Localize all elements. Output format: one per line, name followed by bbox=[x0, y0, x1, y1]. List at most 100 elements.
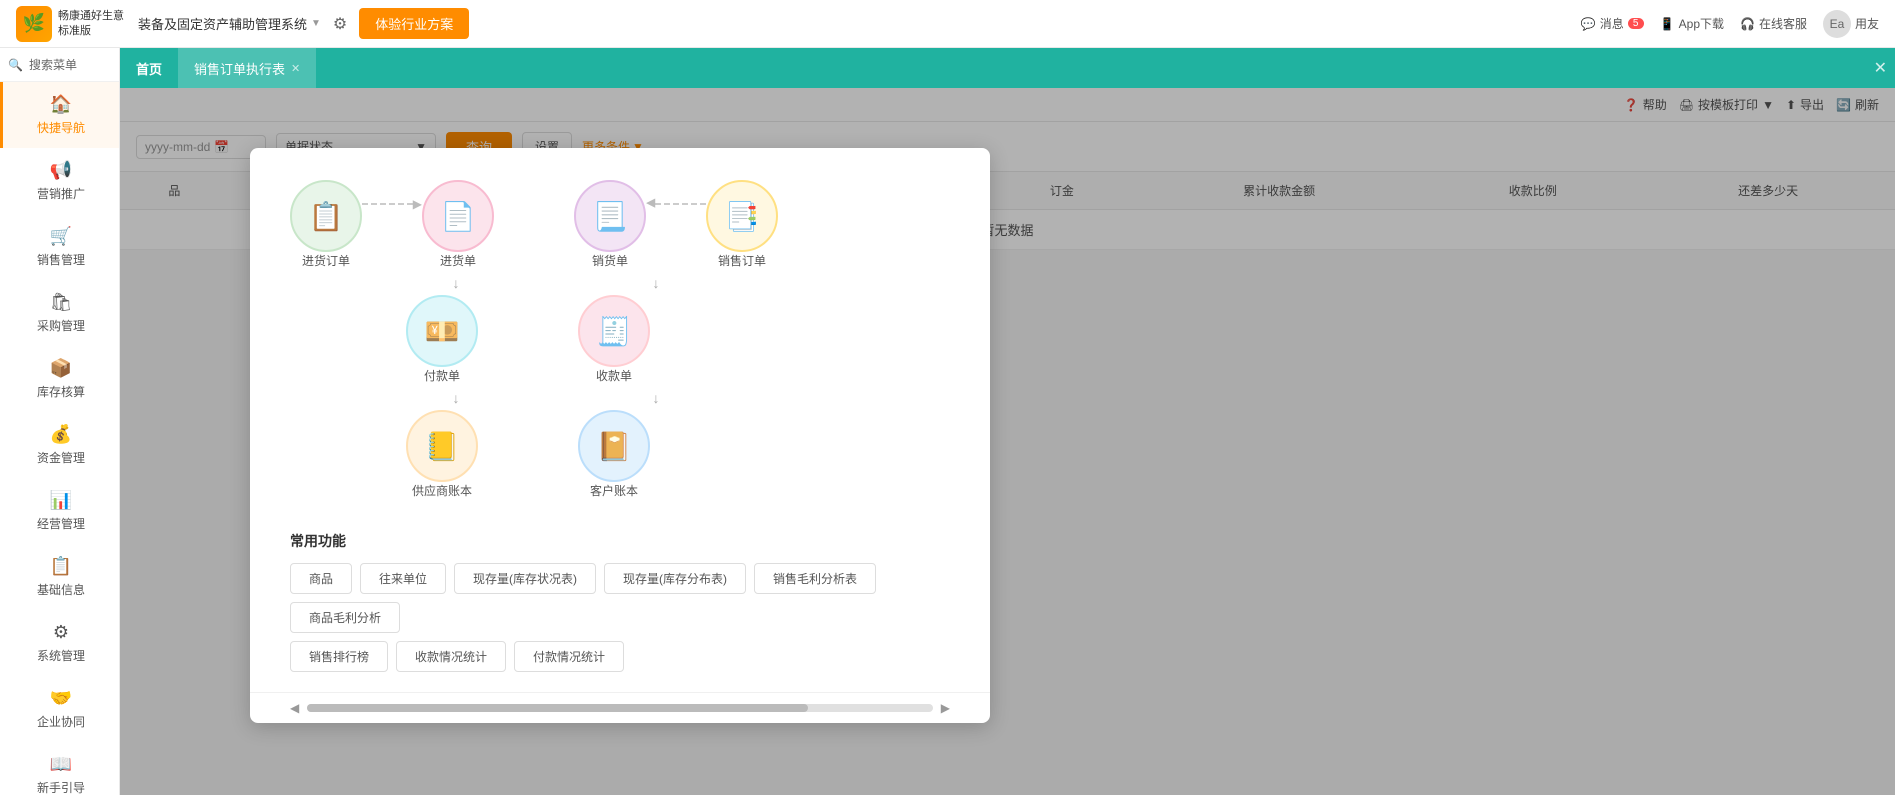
flow-node-purchase-order[interactable]: 📋 进货订单 bbox=[290, 180, 362, 269]
top-bar-right: 💬 消息 5 📱 App下载 🎧 在线客服 Ea 用友 bbox=[1581, 10, 1879, 38]
system-select[interactable]: 装备及固定资产辅助管理系统 ▼ bbox=[138, 14, 321, 33]
modal-body: 📋 进货订单 ▶ bbox=[250, 148, 990, 531]
sales-order-label: 销售订单 bbox=[718, 252, 766, 269]
left-arrow-icon: ▶ bbox=[646, 197, 655, 211]
func-btn-partners[interactable]: 往来单位 bbox=[360, 563, 446, 594]
logo-text: 畅康通好生意 标准版 bbox=[58, 9, 124, 38]
sidebar-item-quick-nav[interactable]: 🏠 快捷导航 bbox=[0, 82, 119, 148]
sidebar-item-operation[interactable]: 📊 经营管理 bbox=[0, 478, 119, 544]
modal-overlay: 📋 进货订单 ▶ bbox=[120, 88, 1895, 795]
supplier-ledger-icon: 📒 bbox=[406, 410, 478, 482]
sidebar-item-purchase[interactable]: 🛍 采购管理 bbox=[0, 280, 119, 346]
down-arrow-payment: ↓ bbox=[453, 390, 460, 406]
down-arrow-purchase: ↓ bbox=[453, 275, 460, 291]
system-icon: ⚙ bbox=[53, 622, 69, 643]
flow-node-purchase-bill[interactable]: 📄 进货单 bbox=[422, 180, 494, 269]
func-btn-receipt-stats[interactable]: 收款情况统计 bbox=[396, 641, 506, 672]
sidebar-item-sales[interactable]: 🛒 销售管理 bbox=[0, 214, 119, 280]
sidebar-item-marketing[interactable]: 📢 营销推广 bbox=[0, 148, 119, 214]
operation-icon: 📊 bbox=[50, 490, 72, 511]
message-icon: 💬 bbox=[1581, 17, 1596, 31]
func-btn-goods[interactable]: 商品 bbox=[290, 563, 352, 594]
online-service-button[interactable]: 🎧 在线客服 bbox=[1740, 15, 1807, 32]
func-btn-payment-stats[interactable]: 付款情况统计 bbox=[514, 641, 624, 672]
sidebar-item-finance[interactable]: 💰 资金管理 bbox=[0, 412, 119, 478]
right-arrow-icon: ▶ bbox=[413, 197, 422, 211]
scroll-area: ◀ ▶ bbox=[250, 692, 990, 723]
flow-node-payment-bill[interactable]: 💴 付款单 bbox=[406, 295, 478, 384]
sidebar: 🔍 搜索菜单 🏠 快捷导航 📢 营销推广 🛒 销售管理 🛍 采购管理 📦 bbox=[0, 48, 120, 795]
purchase-order-label: 进货订单 bbox=[302, 252, 350, 269]
trial-button[interactable]: 体验行业方案 bbox=[359, 8, 469, 39]
app-container: 🌿 畅康通好生意 标准版 装备及固定资产辅助管理系统 ▼ ⚙ 体验行业方案 💬 … bbox=[0, 0, 1895, 795]
system-title: 装备及固定资产辅助管理系统 bbox=[138, 14, 307, 33]
flow-node-receipt-bill[interactable]: 🧾 收款单 bbox=[578, 295, 650, 384]
func-btn-sales-profit[interactable]: 销售毛利分析表 bbox=[754, 563, 876, 594]
sidebar-item-system[interactable]: ⚙ 系统管理 bbox=[0, 610, 119, 676]
purchase-order-icon: 📋 bbox=[290, 180, 362, 252]
page-content: ❓ 帮助 🖨 按模板打印 ▼ ⬆ 导出 🔄 刷新 bbox=[120, 88, 1895, 795]
down-arrow-sales: ↓ bbox=[653, 275, 660, 291]
flow-diagram: 📋 进货订单 ▶ bbox=[290, 180, 950, 499]
gear-icon[interactable]: ⚙ bbox=[333, 14, 347, 34]
window-close-button[interactable]: ✕ bbox=[1874, 58, 1887, 78]
basic-icon: 📋 bbox=[50, 556, 72, 577]
app-download-button[interactable]: 📱 App下载 bbox=[1660, 15, 1724, 32]
logo-area: 🌿 畅康通好生意 标准版 bbox=[16, 6, 126, 42]
search-menu-button[interactable]: 🔍 搜索菜单 bbox=[0, 48, 119, 82]
func-btn-sales-rank[interactable]: 销售排行榜 bbox=[290, 641, 388, 672]
sidebar-item-basic[interactable]: 📋 基础信息 bbox=[0, 544, 119, 610]
tab-bar: 首页 销售订单执行表 ✕ ✕ bbox=[120, 48, 1895, 88]
flow-node-sales-bill[interactable]: 📃 销货单 bbox=[574, 180, 646, 269]
scroll-left-button[interactable]: ◀ bbox=[290, 701, 299, 715]
flow-node-customer-ledger[interactable]: 📔 客户账本 bbox=[578, 410, 650, 499]
flow-modal: 📋 进货订单 ▶ bbox=[250, 148, 990, 723]
user-menu[interactable]: Ea 用友 bbox=[1823, 10, 1879, 38]
main-area: 🔍 搜索菜单 🏠 快捷导航 📢 营销推广 🛒 销售管理 🛍 采购管理 📦 bbox=[0, 48, 1895, 795]
receipt-bill-label: 收款单 bbox=[596, 367, 632, 384]
avatar: Ea bbox=[1823, 10, 1851, 38]
sidebar-item-inventory[interactable]: 📦 库存核算 bbox=[0, 346, 119, 412]
sales-bill-label: 销货单 bbox=[592, 252, 628, 269]
sales-order-icon: 📑 bbox=[706, 180, 778, 252]
flow-row-arrows: ↓ ↓ bbox=[290, 273, 950, 293]
customer-ledger-icon: 📔 bbox=[578, 410, 650, 482]
down-arrow-receipt: ↓ bbox=[653, 390, 660, 406]
scroll-right-button[interactable]: ▶ bbox=[941, 701, 950, 715]
chevron-down-icon: ▼ bbox=[311, 18, 321, 29]
flow-node-sales-order[interactable]: 📑 销售订单 bbox=[706, 180, 778, 269]
func-btn-goods-profit[interactable]: 商品毛利分析 bbox=[290, 602, 400, 633]
sidebar-item-newbie[interactable]: 📖 新手引导 bbox=[0, 742, 119, 795]
scroll-bar[interactable] bbox=[307, 704, 933, 712]
arrow-purchase-to-bill: ▶ bbox=[362, 197, 422, 253]
func-btn-stock-dist[interactable]: 现存量(库存分布表) bbox=[604, 563, 746, 594]
sidebar-item-enterprise[interactable]: 🤝 企业协同 bbox=[0, 676, 119, 742]
home-icon: 🏠 bbox=[50, 94, 72, 115]
tab-close-icon[interactable]: ✕ bbox=[291, 62, 300, 75]
download-icon: 📱 bbox=[1660, 17, 1675, 31]
purchase-bill-label: 进货单 bbox=[440, 252, 476, 269]
common-functions-title: 常用功能 bbox=[290, 531, 950, 551]
payment-bill-label: 付款单 bbox=[424, 367, 460, 384]
enterprise-icon: 🤝 bbox=[50, 688, 72, 709]
flow-node-supplier-ledger[interactable]: 📒 供应商账本 bbox=[406, 410, 478, 499]
logo-icon: 🌿 bbox=[16, 6, 52, 42]
arrow-sales-order-to-bill: ▶ bbox=[646, 197, 706, 253]
service-icon: 🎧 bbox=[1740, 17, 1755, 31]
sales-bill-icon: 📃 bbox=[574, 180, 646, 252]
func-buttons-row2: 销售排行榜 收款情况统计 付款情况统计 bbox=[290, 641, 950, 672]
flow-row-2: 💴 付款单 🧾 收款单 bbox=[290, 295, 950, 384]
customer-ledger-label: 客户账本 bbox=[590, 482, 638, 499]
func-btn-stock-status[interactable]: 现存量(库存状况表) bbox=[454, 563, 596, 594]
finance-icon: 💰 bbox=[50, 424, 72, 445]
receipt-bill-icon: 🧾 bbox=[578, 295, 650, 367]
message-button[interactable]: 💬 消息 5 bbox=[1581, 15, 1644, 32]
tab-sales-order-exec[interactable]: 销售订单执行表 ✕ bbox=[178, 48, 316, 88]
supplier-ledger-label: 供应商账本 bbox=[412, 482, 472, 499]
marketing-icon: 📢 bbox=[50, 160, 72, 181]
flow-row-arrows2: ↓ ↓ bbox=[290, 388, 950, 408]
tab-home[interactable]: 首页 bbox=[120, 48, 178, 88]
purchase-icon: 🛍 bbox=[50, 292, 73, 313]
flow-row-1: 📋 进货订单 ▶ bbox=[290, 180, 950, 269]
search-icon: 🔍 bbox=[8, 58, 23, 72]
